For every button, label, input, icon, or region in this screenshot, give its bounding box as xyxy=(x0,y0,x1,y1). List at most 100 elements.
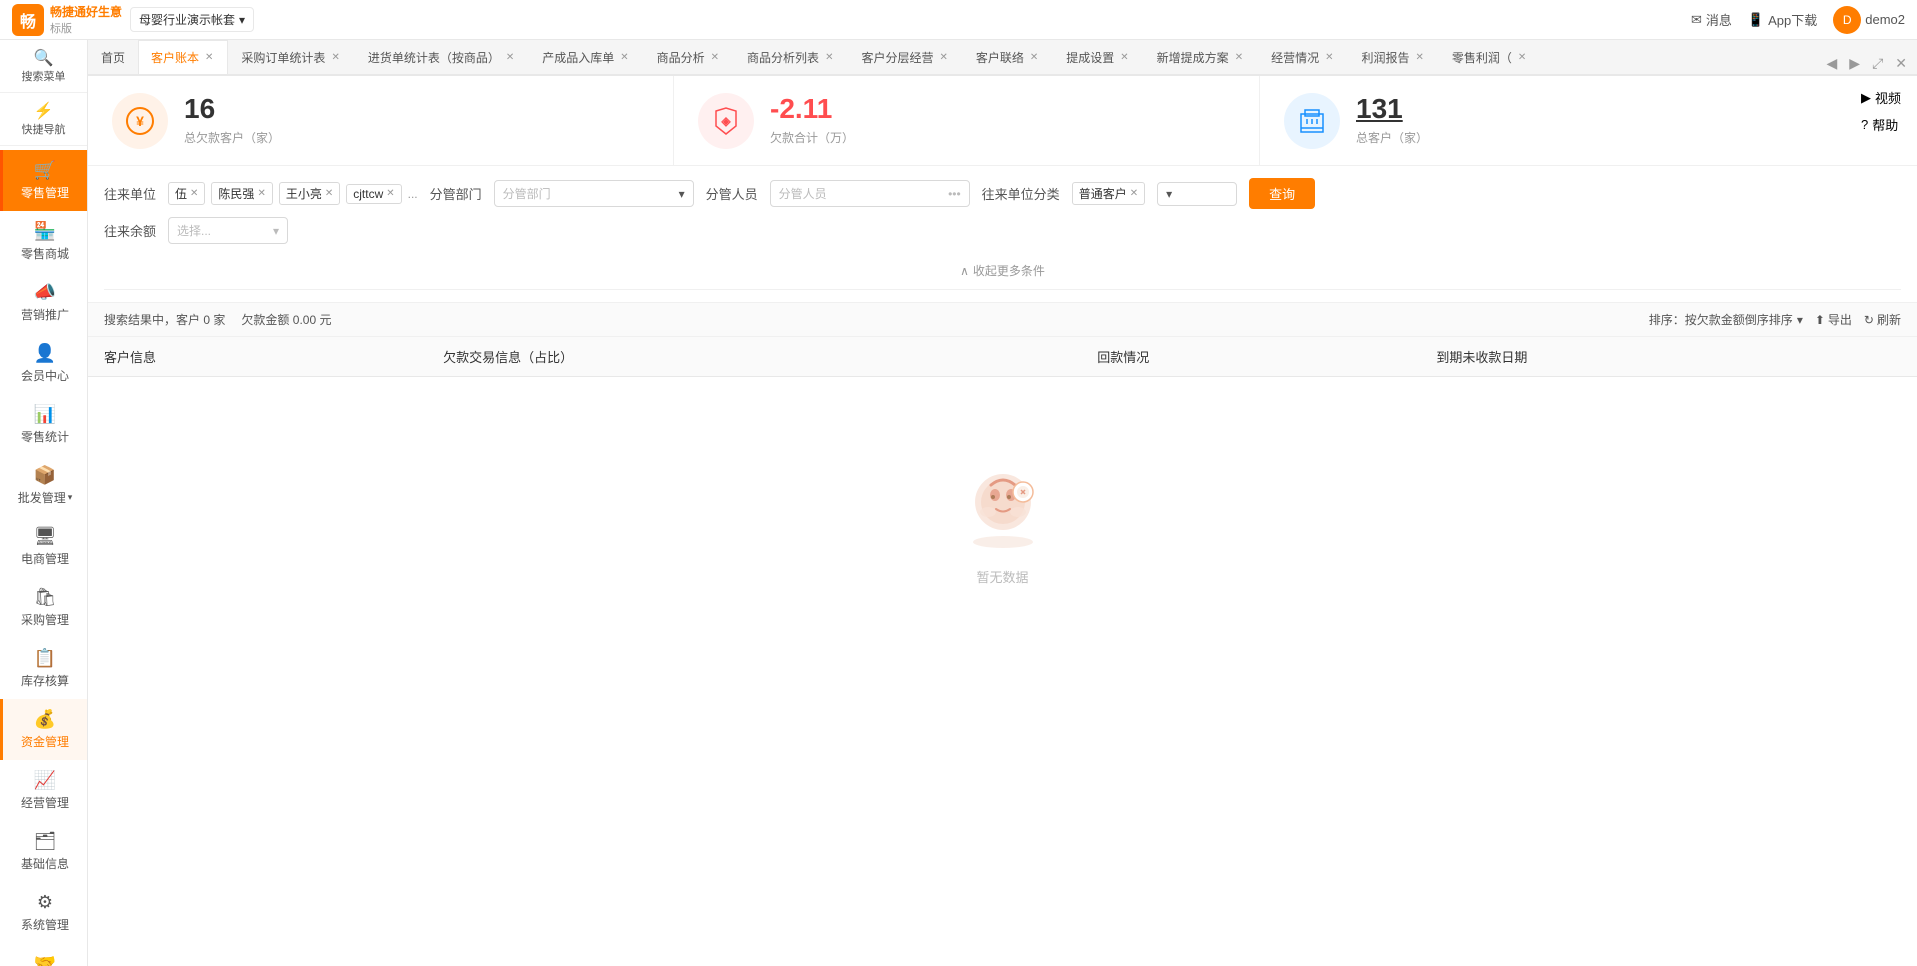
empty-state: 暂无数据 xyxy=(88,377,1917,666)
tab-business-status[interactable]: 经营情况 ✕ xyxy=(1258,40,1348,74)
tab-cost-inbound[interactable]: 产成品入库单 ✕ xyxy=(529,40,643,74)
collapse-row: ∧ 收起更多条件 xyxy=(104,252,1901,290)
overdue-customers-icon: ¥ xyxy=(112,93,168,149)
tab-close-contact[interactable]: ✕ xyxy=(1028,51,1040,64)
sidebar-quick-nav[interactable]: ⚡ 快捷导航 xyxy=(0,93,87,146)
tab-close-cost-inbound[interactable]: ✕ xyxy=(618,51,630,64)
sidebar-item-wholesale-mgmt[interactable]: 📦 批发管理 ▾ xyxy=(0,455,87,516)
sidebar-item-basic-info[interactable]: 🗂 基础信息 xyxy=(0,821,87,882)
sidebar-item-purchase[interactable]: 🛍 采购管理 xyxy=(0,577,87,638)
workspace-selector[interactable]: 母婴行业演示帐套 ▾ xyxy=(130,7,254,32)
app-download-btn[interactable]: 📱 App下载 xyxy=(1748,10,1817,29)
tab-close-profit[interactable]: ✕ xyxy=(1414,51,1426,64)
dept-select[interactable]: 分管部门 ▾ xyxy=(494,180,694,207)
top-bar-right: ✉ 消息 📱 App下载 D demo2 xyxy=(1691,6,1905,34)
sidebar-item-retail-shop[interactable]: 🏪 零售商城 xyxy=(0,211,87,272)
sidebar-item-sys-mgmt[interactable]: ⚙ 系统管理 xyxy=(0,882,87,943)
tag-remove-cjttcw[interactable]: ✕ xyxy=(386,188,394,199)
tab-close-all-btn[interactable]: ✕ xyxy=(1891,53,1911,74)
tab-close-purchase-order[interactable]: ✕ xyxy=(329,51,341,64)
stat-overdue-customers-content: 16 总欠款客户（家） xyxy=(184,95,280,146)
empty-illustration xyxy=(953,457,1053,557)
sidebar-item-ops-mgmt[interactable]: 📈 经营管理 xyxy=(0,760,87,821)
chevron-down-icon: ▾ xyxy=(273,224,279,238)
tab-product-analysis-list[interactable]: 商品分析列表 ✕ xyxy=(734,40,848,74)
tab-product-analysis[interactable]: 商品分析 ✕ xyxy=(644,40,734,74)
sidebar-item-ecommerce[interactable]: 🖥 电商管理 xyxy=(0,516,87,577)
sidebar-item-marketing[interactable]: 📣 营销推广 xyxy=(0,272,87,333)
svg-text:◈: ◈ xyxy=(720,114,731,128)
help-action[interactable]: ? 帮助 xyxy=(1861,115,1901,134)
tab-home[interactable]: 首页 xyxy=(88,40,138,74)
sidebar: 🔍 搜索菜单 ⚡ 快捷导航 🛒 零售管理 🏪 零售商城 📣 营销推广 👤 会员中… xyxy=(0,40,88,966)
balance-input[interactable]: 选择... ▾ xyxy=(168,217,288,244)
tab-expand-btn[interactable]: ⤢ xyxy=(1868,53,1887,74)
tab-close-business[interactable]: ✕ xyxy=(1323,51,1335,64)
overdue-amount-number: -2.11 xyxy=(770,95,854,123)
tab-purchase-order[interactable]: 采购订单统计表 ✕ xyxy=(228,40,354,74)
sidebar-item-member-center[interactable]: 👤 会员中心 xyxy=(0,333,87,394)
search-result-text: 搜索结果中，客户 0 家 xyxy=(104,311,225,328)
tag-remove-wang[interactable]: ✕ xyxy=(325,188,333,199)
stat-total-customers: 131 总客户（家） xyxy=(1260,76,1845,165)
sidebar-item-capital-mgmt[interactable]: 💰 资金管理 xyxy=(0,699,87,760)
avatar: D xyxy=(1833,6,1861,34)
query-button[interactable]: 查询 xyxy=(1249,178,1315,209)
sort-select[interactable]: 排序：按欠款金额倒序排序 ▾ xyxy=(1649,311,1803,328)
tab-retail-profit[interactable]: 零售利润（ ✕ xyxy=(1439,40,1541,74)
stats-actions: ▶ 视频 ? 帮助 xyxy=(1845,76,1917,165)
tag-remove-normal-customer[interactable]: ✕ xyxy=(1130,188,1138,199)
tab-close-achievement[interactable]: ✕ xyxy=(1233,51,1245,64)
tag-remove-chen[interactable]: ✕ xyxy=(257,188,265,199)
tab-new-achievement[interactable]: 新增提成方案 ✕ xyxy=(1144,40,1258,74)
svg-text:¥: ¥ xyxy=(136,113,144,129)
tag-remove-wu[interactable]: ✕ xyxy=(190,188,198,199)
tab-customer-ledger[interactable]: 客户账本 ✕ xyxy=(138,40,228,74)
tab-close-product-list[interactable]: ✕ xyxy=(823,51,835,64)
refresh-btn[interactable]: ↻ 刷新 xyxy=(1864,311,1901,328)
ecommerce-icon: 🖥 xyxy=(34,526,57,547)
tab-close-customer-ledger[interactable]: ✕ xyxy=(203,51,215,64)
sidebar-item-retail-stats[interactable]: 📊 零售统计 xyxy=(0,394,87,455)
unit-type-select[interactable]: ▾ xyxy=(1157,182,1237,206)
collapse-button[interactable]: ∧ 收起更多条件 xyxy=(952,258,1053,283)
tab-inbound-stats[interactable]: 进货单统计表（按商品） ✕ xyxy=(355,40,529,74)
sidebar-search[interactable]: 🔍 搜索菜单 xyxy=(0,40,87,93)
page-content: ¥ 16 总欠款客户（家） ◈ xyxy=(88,76,1917,966)
table-header-row: 客户信息 欠款交易信息（占比） 回款情况 到期未收款日期 xyxy=(88,337,1917,377)
tab-actions: ◀ ▶ ⤢ ✕ xyxy=(1817,53,1917,74)
overdue-customers-label: 总欠款客户（家） xyxy=(184,129,280,146)
tab-close-retail-profit[interactable]: ✕ xyxy=(1516,51,1528,64)
tab-customer-contact[interactable]: 客户联络 ✕ xyxy=(963,40,1053,74)
tab-close-product-analysis[interactable]: ✕ xyxy=(709,51,721,64)
tab-prev-btn[interactable]: ◀ xyxy=(1823,53,1842,74)
tab-profit-report[interactable]: 利润报告 ✕ xyxy=(1348,40,1438,74)
chevron-down-icon: ▾ xyxy=(68,492,73,503)
col-overdue-info: 欠款交易信息（占比） xyxy=(427,337,1081,377)
purchase-icon: 🛍 xyxy=(34,587,57,608)
tab-close-segment[interactable]: ✕ xyxy=(937,51,949,64)
sidebar-item-retail-mgmt[interactable]: 🛒 零售管理 xyxy=(0,150,87,211)
basic-info-icon: 🗂 xyxy=(34,831,57,852)
message-btn[interactable]: ✉ 消息 xyxy=(1691,10,1732,29)
total-customers-icon xyxy=(1284,93,1340,149)
sidebar-item-inventory[interactable]: 📋 库存核算 xyxy=(0,638,87,699)
tab-close-reminder[interactable]: ✕ xyxy=(1118,51,1130,64)
video-action[interactable]: ▶ 视频 xyxy=(1861,88,1901,107)
tab-close-inbound-stats[interactable]: ✕ xyxy=(504,51,516,64)
filter-row-2: 往来余额 选择... ▾ xyxy=(104,217,1901,244)
help-icon: ? xyxy=(1861,117,1868,132)
tab-reminder-settings[interactable]: 提成设置 ✕ xyxy=(1053,40,1143,74)
user-profile[interactable]: D demo2 xyxy=(1833,6,1905,34)
tab-customer-segment[interactable]: 客户分层经营 ✕ xyxy=(848,40,962,74)
sys-icon: ⚙ xyxy=(37,892,53,913)
member-icon: 👤 xyxy=(34,343,56,364)
tab-next-btn[interactable]: ▶ xyxy=(1845,53,1864,74)
export-btn[interactable]: ⬆ 导出 xyxy=(1815,311,1852,328)
more-tags-btn[interactable]: ... xyxy=(408,187,418,201)
person-select[interactable]: 分管人员 ••• xyxy=(770,180,970,207)
data-table: 客户信息 欠款交易信息（占比） 回款情况 到期未收款日期 xyxy=(88,337,1917,377)
main-layout: 🔍 搜索菜单 ⚡ 快捷导航 🛒 零售管理 🏪 零售商城 📣 营销推广 👤 会员中… xyxy=(0,40,1917,966)
sidebar-item-enterprise-collab[interactable]: 🤝 企业协同 xyxy=(0,943,87,966)
table-header: 客户信息 欠款交易信息（占比） 回款情况 到期未收款日期 xyxy=(88,337,1917,377)
